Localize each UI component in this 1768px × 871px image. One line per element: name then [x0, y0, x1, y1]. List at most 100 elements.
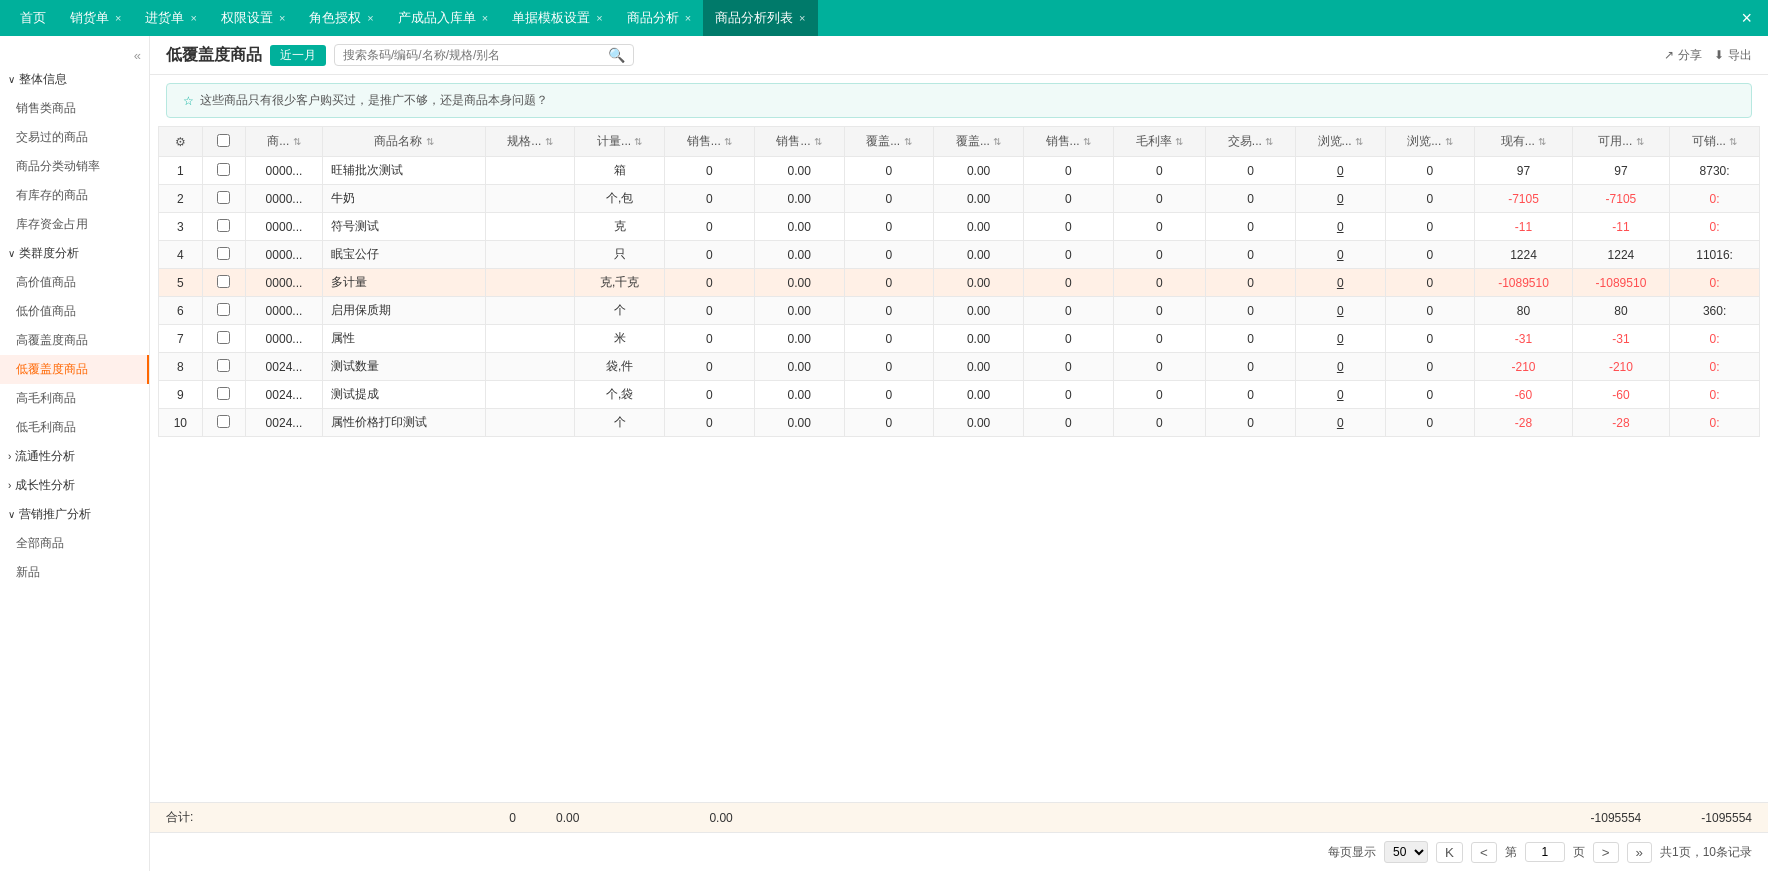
col-sellable[interactable]: 可销... ⇅: [1670, 127, 1760, 157]
close-icon[interactable]: ×: [367, 12, 373, 24]
search-input[interactable]: [343, 48, 608, 62]
row-select-checkbox[interactable]: [217, 303, 230, 316]
next-page-button[interactable]: >: [1593, 842, 1619, 863]
col-unit[interactable]: 计量... ⇅: [575, 127, 665, 157]
nav-tab-inventory[interactable]: 产成品入库单 ×: [386, 0, 500, 36]
sidebar-item-high-value[interactable]: 高价值商品: [0, 268, 149, 297]
row-trans: 0: [1206, 241, 1296, 269]
per-page-select[interactable]: 50: [1384, 841, 1428, 863]
row-select-checkbox[interactable]: [217, 415, 230, 428]
col-spec[interactable]: 规格... ⇅: [485, 127, 575, 157]
close-icon[interactable]: ×: [685, 12, 691, 24]
table-row: 3 0000... 符号测试 克 0 0.00 0 0.00 0 0 0 0 0…: [159, 213, 1760, 241]
sidebar-item-high-profit[interactable]: 高毛利商品: [0, 384, 149, 413]
sidebar-section-cluster[interactable]: ∨ 类群度分析: [0, 239, 149, 268]
row-checkbox[interactable]: [202, 185, 245, 213]
export-button[interactable]: ⬇ 导出: [1714, 47, 1752, 64]
nav-tab-analysis[interactable]: 商品分析 ×: [615, 0, 703, 36]
row-select-checkbox[interactable]: [217, 219, 230, 232]
row-browse1[interactable]: 0: [1295, 381, 1385, 409]
close-icon[interactable]: ×: [115, 12, 121, 24]
sidebar-item-all-goods[interactable]: 全部商品: [0, 529, 149, 558]
share-button[interactable]: ↗ 分享: [1664, 47, 1702, 64]
sidebar-item-new-goods[interactable]: 新品: [0, 558, 149, 587]
close-icon[interactable]: ×: [596, 12, 602, 24]
col-coverage1[interactable]: 覆盖... ⇅: [844, 127, 934, 157]
date-filter-button[interactable]: 近一月: [270, 45, 326, 66]
col-browse2[interactable]: 浏览... ⇅: [1385, 127, 1475, 157]
col-gross-margin[interactable]: 毛利率 ⇅: [1113, 127, 1206, 157]
sidebar-item-low-profit[interactable]: 低毛利商品: [0, 413, 149, 442]
row-checkbox[interactable]: [202, 297, 245, 325]
sidebar-section-growth[interactable]: › 成长性分析: [0, 471, 149, 500]
col-settings[interactable]: ⚙: [159, 127, 203, 157]
nav-tab-sales[interactable]: 销货单 ×: [58, 0, 133, 36]
row-browse1[interactable]: 0: [1295, 213, 1385, 241]
first-page-button[interactable]: K: [1436, 842, 1463, 863]
row-trans: 0: [1206, 157, 1296, 185]
col-sales-qty[interactable]: 销售... ⇅: [665, 127, 755, 157]
sidebar-item-traded-goods[interactable]: 交易过的商品: [0, 123, 149, 152]
row-checkbox[interactable]: [202, 269, 245, 297]
row-select-checkbox[interactable]: [217, 163, 230, 176]
sidebar-section-overall[interactable]: ∨ 整体信息: [0, 65, 149, 94]
row-select-checkbox[interactable]: [217, 275, 230, 288]
sidebar-item-low-coverage[interactable]: 低覆盖度商品: [0, 355, 149, 384]
col-available[interactable]: 可用... ⇅: [1572, 127, 1669, 157]
col-browse1[interactable]: 浏览... ⇅: [1295, 127, 1385, 157]
row-select-checkbox[interactable]: [217, 387, 230, 400]
row-checkbox[interactable]: [202, 381, 245, 409]
nav-tab-permissions[interactable]: 权限设置 ×: [209, 0, 297, 36]
col-coverage2[interactable]: 覆盖... ⇅: [934, 127, 1024, 157]
close-icon[interactable]: ×: [190, 12, 196, 24]
col-name[interactable]: 商品名称 ⇅: [323, 127, 486, 157]
close-icon[interactable]: ×: [279, 12, 285, 24]
row-checkbox[interactable]: [202, 353, 245, 381]
window-close-button[interactable]: ×: [1733, 8, 1760, 29]
col-sales-amt[interactable]: 销售... ⇅: [754, 127, 844, 157]
sidebar-item-low-value[interactable]: 低价值商品: [0, 297, 149, 326]
col-code[interactable]: 商... ⇅: [245, 127, 322, 157]
sidebar-item-inventory-goods[interactable]: 有库存的商品: [0, 181, 149, 210]
col-transaction[interactable]: 交易... ⇅: [1206, 127, 1296, 157]
row-browse1[interactable]: 0: [1295, 241, 1385, 269]
nav-tab-analysis-list[interactable]: 商品分析列表 ×: [703, 0, 817, 36]
sidebar-collapse-button[interactable]: «: [134, 48, 141, 63]
sidebar-section-marketing[interactable]: ∨ 营销推广分析: [0, 500, 149, 529]
row-sales-amt: 0.00: [754, 353, 844, 381]
row-select-checkbox[interactable]: [217, 191, 230, 204]
nav-tab-roles[interactable]: 角色授权 ×: [297, 0, 385, 36]
nav-tab-home[interactable]: 首页: [8, 0, 58, 36]
row-browse1[interactable]: 0: [1295, 325, 1385, 353]
row-select-checkbox[interactable]: [217, 331, 230, 344]
row-browse1[interactable]: 0: [1295, 269, 1385, 297]
nav-tab-template[interactable]: 单据模板设置 ×: [500, 0, 614, 36]
sidebar-item-sales-goods[interactable]: 销售类商品: [0, 94, 149, 123]
prev-page-button[interactable]: <: [1471, 842, 1497, 863]
row-browse1[interactable]: 0: [1295, 157, 1385, 185]
row-checkbox[interactable]: [202, 213, 245, 241]
row-checkbox[interactable]: [202, 241, 245, 269]
row-browse1[interactable]: 0: [1295, 297, 1385, 325]
row-select-checkbox[interactable]: [217, 247, 230, 260]
page-input[interactable]: [1525, 842, 1565, 862]
row-checkbox[interactable]: [202, 409, 245, 437]
row-browse1[interactable]: 0: [1295, 409, 1385, 437]
sidebar-item-high-coverage[interactable]: 高覆盖度商品: [0, 326, 149, 355]
select-all-checkbox[interactable]: [217, 134, 230, 147]
close-icon[interactable]: ×: [799, 12, 805, 24]
row-checkbox[interactable]: [202, 157, 245, 185]
sidebar-item-inventory-fund[interactable]: 库存资金占用: [0, 210, 149, 239]
row-trans: 0: [1206, 409, 1296, 437]
close-icon[interactable]: ×: [482, 12, 488, 24]
last-page-button[interactable]: »: [1627, 842, 1652, 863]
row-browse1[interactable]: 0: [1295, 353, 1385, 381]
col-sales3[interactable]: 销售... ⇅: [1023, 127, 1113, 157]
sidebar-section-liquidity[interactable]: › 流通性分析: [0, 442, 149, 471]
row-browse1[interactable]: 0: [1295, 185, 1385, 213]
nav-tab-purchase[interactable]: 进货单 ×: [133, 0, 208, 36]
row-checkbox[interactable]: [202, 325, 245, 353]
col-current[interactable]: 现有... ⇅: [1475, 127, 1572, 157]
sidebar-item-category-rate[interactable]: 商品分类动销率: [0, 152, 149, 181]
row-select-checkbox[interactable]: [217, 359, 230, 372]
